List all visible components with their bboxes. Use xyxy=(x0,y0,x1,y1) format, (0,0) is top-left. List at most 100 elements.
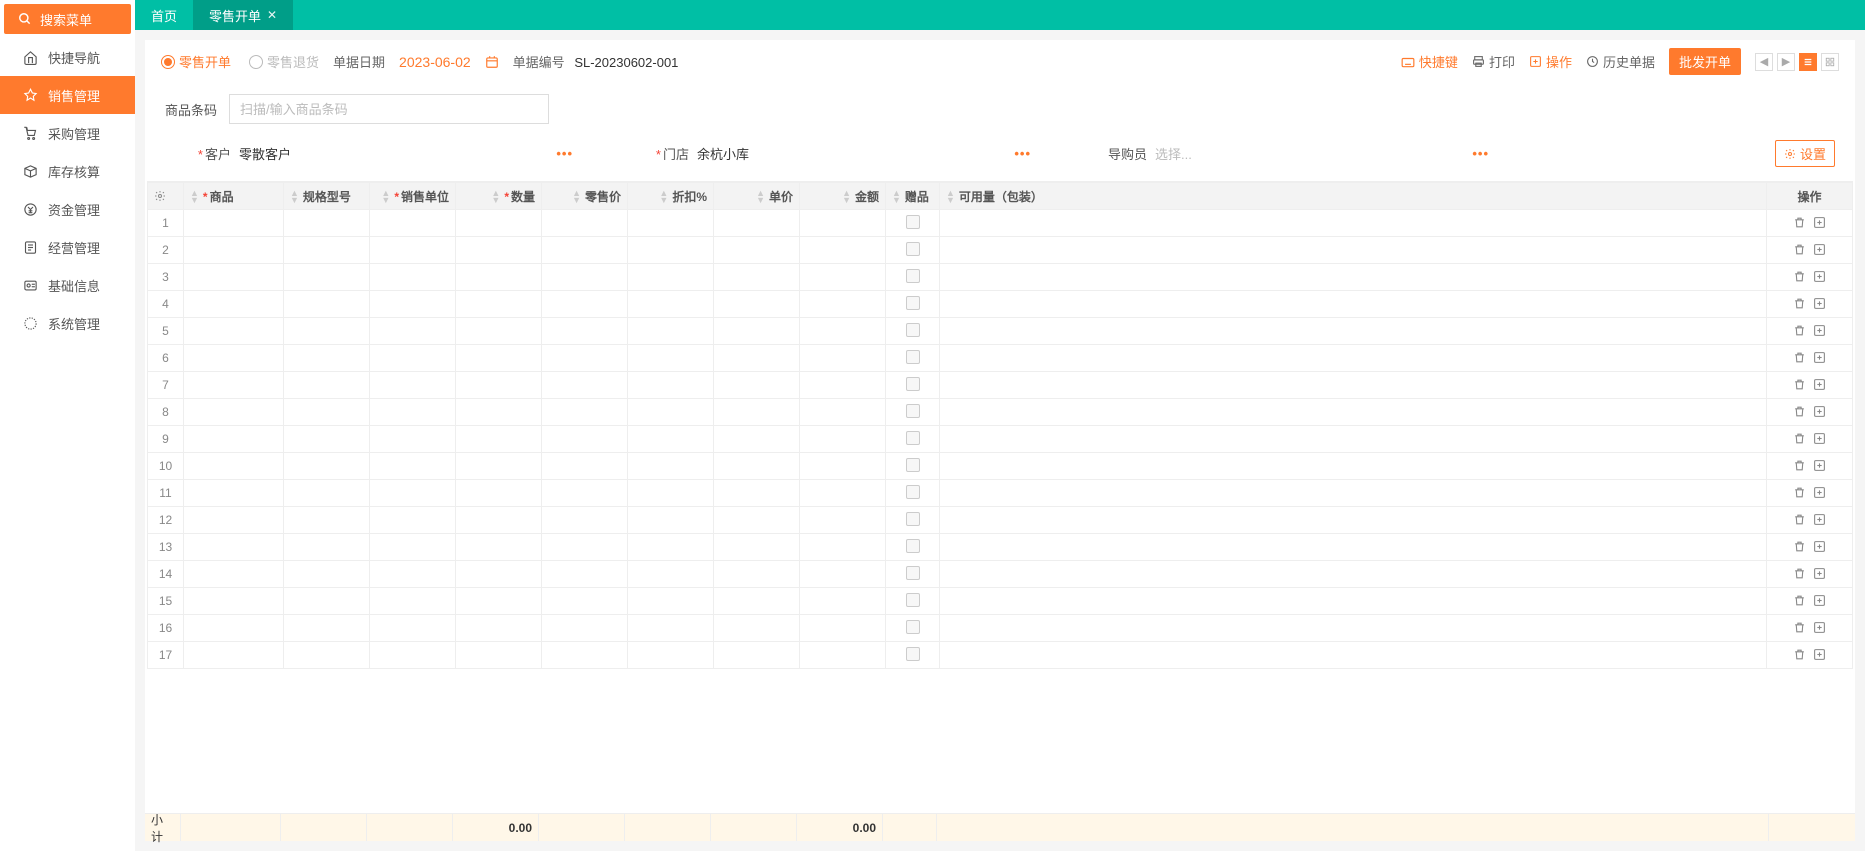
cell-retail[interactable] xyxy=(542,480,628,507)
cell-price[interactable] xyxy=(714,507,800,534)
cell-price[interactable] xyxy=(714,399,800,426)
cell-amount[interactable] xyxy=(800,453,886,480)
checkbox-icon[interactable] xyxy=(906,512,920,526)
cell-spec[interactable] xyxy=(284,588,370,615)
delete-row-button[interactable] xyxy=(1792,349,1808,365)
cell-spec[interactable] xyxy=(284,534,370,561)
cell-gift[interactable] xyxy=(886,507,940,534)
checkbox-icon[interactable] xyxy=(906,377,920,391)
add-row-button[interactable] xyxy=(1812,241,1828,257)
checkbox-icon[interactable] xyxy=(906,458,920,472)
checkbox-icon[interactable] xyxy=(906,242,920,256)
table-row[interactable]: 3 xyxy=(148,264,1853,291)
cell-qty[interactable] xyxy=(456,318,542,345)
cell-product[interactable] xyxy=(184,345,284,372)
cell-gift[interactable] xyxy=(886,345,940,372)
cell-price[interactable] xyxy=(714,345,800,372)
cell-retail[interactable] xyxy=(542,291,628,318)
cell-discount[interactable] xyxy=(628,534,714,561)
cell-retail[interactable] xyxy=(542,507,628,534)
add-row-button[interactable] xyxy=(1812,565,1828,581)
cell-discount[interactable] xyxy=(628,372,714,399)
table-row[interactable]: 6 xyxy=(148,345,1853,372)
checkbox-icon[interactable] xyxy=(906,404,920,418)
cell-gift[interactable] xyxy=(886,399,940,426)
cell-unit[interactable] xyxy=(370,318,456,345)
col-spec[interactable]: ▲▼规格型号 xyxy=(284,183,370,210)
cell-qty[interactable] xyxy=(456,480,542,507)
cell-spec[interactable] xyxy=(284,480,370,507)
cell-gift[interactable] xyxy=(886,534,940,561)
col-retail[interactable]: ▲▼零售价 xyxy=(542,183,628,210)
cell-unit[interactable] xyxy=(370,588,456,615)
delete-row-button[interactable] xyxy=(1792,457,1808,473)
tab-1[interactable]: 零售开单✕ xyxy=(193,0,293,30)
cell-unit[interactable] xyxy=(370,345,456,372)
cell-price[interactable] xyxy=(714,642,800,669)
table-row[interactable]: 1 xyxy=(148,210,1853,237)
add-row-button[interactable] xyxy=(1812,295,1828,311)
radio-retail-return[interactable]: 零售退货 xyxy=(249,52,319,71)
col-available[interactable]: ▲▼可用量（包装） xyxy=(940,183,1767,210)
cell-product[interactable] xyxy=(184,426,284,453)
cell-qty[interactable] xyxy=(456,615,542,642)
cell-gift[interactable] xyxy=(886,237,940,264)
cell-qty[interactable] xyxy=(456,399,542,426)
sidebar-item-0[interactable]: 快捷导航 xyxy=(0,38,135,76)
checkbox-icon[interactable] xyxy=(906,269,920,283)
cell-retail[interactable] xyxy=(542,264,628,291)
cell-price[interactable] xyxy=(714,480,800,507)
nav-list-button[interactable] xyxy=(1799,53,1817,71)
ellipsis-icon[interactable]: ••• xyxy=(550,146,579,161)
col-unit[interactable]: ▲▼*销售单位 xyxy=(370,183,456,210)
add-row-button[interactable] xyxy=(1812,538,1828,554)
cell-spec[interactable] xyxy=(284,615,370,642)
cell-amount[interactable] xyxy=(800,588,886,615)
operate-link[interactable]: 操作 xyxy=(1529,52,1572,71)
store-select[interactable]: 余杭小库 ••• xyxy=(697,144,1037,163)
cell-gift[interactable] xyxy=(886,426,940,453)
checkbox-icon[interactable] xyxy=(906,323,920,337)
cell-qty[interactable] xyxy=(456,642,542,669)
table-row[interactable]: 12 xyxy=(148,507,1853,534)
cell-unit[interactable] xyxy=(370,534,456,561)
table-row[interactable]: 10 xyxy=(148,453,1853,480)
cell-amount[interactable] xyxy=(800,318,886,345)
cell-product[interactable] xyxy=(184,399,284,426)
cell-unit[interactable] xyxy=(370,372,456,399)
cell-product[interactable] xyxy=(184,372,284,399)
delete-row-button[interactable] xyxy=(1792,484,1808,500)
col-discount[interactable]: ▲▼折扣% xyxy=(628,183,714,210)
delete-row-button[interactable] xyxy=(1792,295,1808,311)
cell-price[interactable] xyxy=(714,237,800,264)
cell-product[interactable] xyxy=(184,480,284,507)
doc-date-value[interactable]: 2023-06-02 xyxy=(399,54,471,70)
add-row-button[interactable] xyxy=(1812,592,1828,608)
cell-spec[interactable] xyxy=(284,210,370,237)
calendar-icon[interactable] xyxy=(485,55,499,69)
cell-gift[interactable] xyxy=(886,372,940,399)
cell-discount[interactable] xyxy=(628,318,714,345)
cell-product[interactable] xyxy=(184,615,284,642)
cell-qty[interactable] xyxy=(456,291,542,318)
cell-price[interactable] xyxy=(714,588,800,615)
cell-spec[interactable] xyxy=(284,318,370,345)
table-row[interactable]: 11 xyxy=(148,480,1853,507)
add-row-button[interactable] xyxy=(1812,619,1828,635)
cell-gift[interactable] xyxy=(886,561,940,588)
cell-qty[interactable] xyxy=(456,588,542,615)
customer-select[interactable]: 零散客户 ••• xyxy=(239,144,579,163)
cell-amount[interactable] xyxy=(800,291,886,318)
cell-amount[interactable] xyxy=(800,345,886,372)
table-row[interactable]: 7 xyxy=(148,372,1853,399)
guide-select[interactable]: 选择... ••• xyxy=(1155,144,1495,163)
cell-retail[interactable] xyxy=(542,615,628,642)
cell-spec[interactable] xyxy=(284,642,370,669)
delete-row-button[interactable] xyxy=(1792,592,1808,608)
cell-gift[interactable] xyxy=(886,264,940,291)
cell-gift[interactable] xyxy=(886,615,940,642)
bulk-order-button[interactable]: 批发开单 xyxy=(1669,48,1741,75)
cell-price[interactable] xyxy=(714,426,800,453)
delete-row-button[interactable] xyxy=(1792,322,1808,338)
search-menu-button[interactable]: 搜索菜单 xyxy=(4,4,131,34)
